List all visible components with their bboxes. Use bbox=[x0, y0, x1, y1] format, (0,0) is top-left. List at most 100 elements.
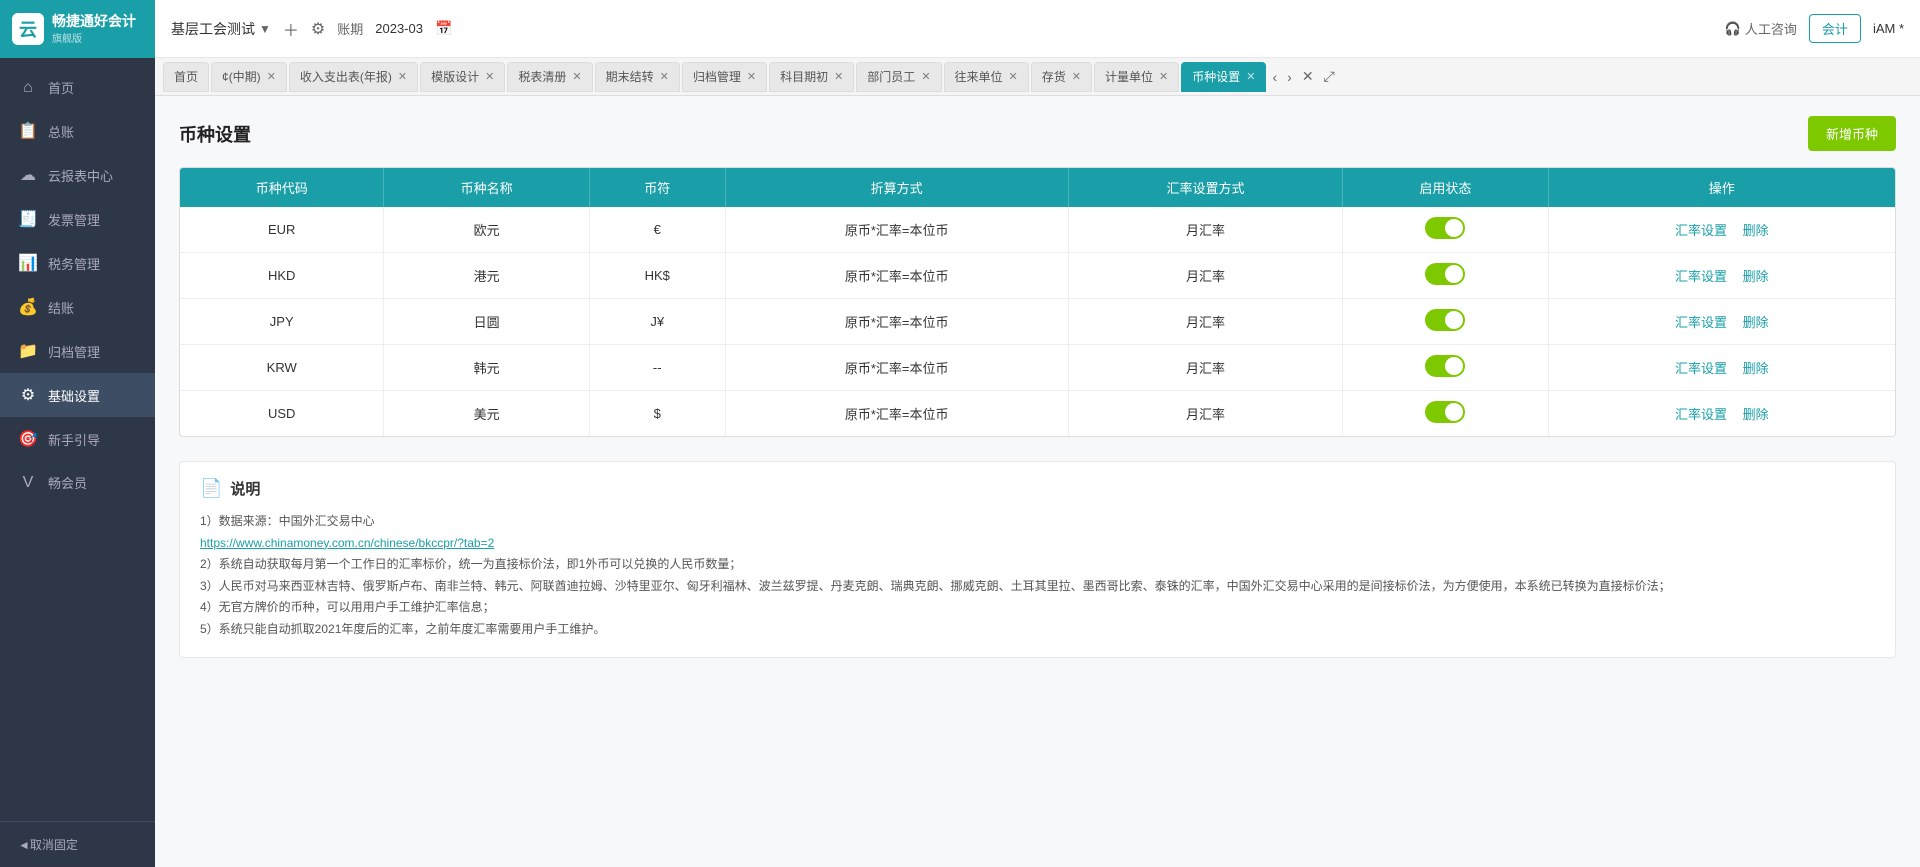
settings-gear-icon[interactable]: ⚙ bbox=[311, 19, 325, 39]
tab-close-all-button[interactable]: ✕ bbox=[1298, 68, 1318, 85]
workspace-name[interactable]: 基层工会测试 ▼ bbox=[171, 19, 271, 39]
tab-close-icon[interactable]: ✕ bbox=[398, 70, 407, 83]
ledger-icon: 📋 bbox=[18, 121, 38, 141]
tab-archive[interactable]: 归档管理 ✕ bbox=[682, 62, 767, 92]
tab-close-icon[interactable]: ✕ bbox=[747, 70, 756, 83]
rate-type: 月汇率 bbox=[1068, 207, 1343, 253]
tab-label: 存货 bbox=[1042, 68, 1066, 85]
tab-home[interactable]: 首页 bbox=[163, 62, 209, 92]
new-currency-button[interactable]: 新增币种 bbox=[1808, 116, 1896, 151]
delete-link[interactable]: 删除 bbox=[1743, 269, 1769, 284]
topbar: 基层工会测试 ▼ ＋ ⚙ 账期 2023-03 📅 🎧 人工咨询 会计 iAM … bbox=[155, 0, 1920, 58]
rate-setting-link[interactable]: 汇率设置 bbox=[1675, 269, 1727, 284]
enable-toggle[interactable] bbox=[1425, 401, 1465, 423]
tab-tax_clear[interactable]: 税表清册 ✕ bbox=[507, 62, 592, 92]
rate-type: 月汇率 bbox=[1068, 299, 1343, 345]
sidebar-item-reports[interactable]: ☁云报表中心 bbox=[0, 153, 155, 197]
tab-label: 收入支出表(年报) bbox=[300, 68, 392, 85]
tab-currency[interactable]: 币种设置 ✕ bbox=[1181, 62, 1266, 92]
enable-toggle[interactable] bbox=[1425, 309, 1465, 331]
tab-close-icon[interactable]: ✕ bbox=[1246, 70, 1255, 83]
sidebar-item-label: 税务管理 bbox=[48, 254, 100, 273]
tab-interim[interactable]: ¢(中期) ✕ bbox=[211, 62, 287, 92]
currency-code: KRW bbox=[180, 345, 384, 391]
sidebar-logo: 云 畅捷通好会计 旗舰版 bbox=[0, 0, 155, 58]
delete-link[interactable]: 删除 bbox=[1743, 223, 1769, 238]
tab-close-icon[interactable]: ✕ bbox=[834, 70, 843, 83]
calendar-icon[interactable]: 📅 bbox=[435, 20, 452, 37]
sidebar-item-ledger[interactable]: 📋 总账 bbox=[0, 109, 155, 153]
tab-close-icon[interactable]: ✕ bbox=[572, 70, 581, 83]
tab-dept[interactable]: 部门员工✕ bbox=[856, 62, 941, 92]
page-header: 币种设置 新增币种 bbox=[179, 116, 1896, 151]
calc-method: 原币*汇率=本位币 bbox=[725, 299, 1068, 345]
sidebar-item-archive[interactable]: 📁归档管理 bbox=[0, 329, 155, 373]
sidebar-nav: ⌂首页 📋 总账 ☁云报表中心🧾发票管理📊税务管理💰结账📁归档管理⚙基础设置🎯新手引导… bbox=[0, 58, 155, 821]
tab-label: 币种设置 bbox=[1192, 68, 1240, 85]
sidebar-item-label: 畅会员 bbox=[48, 473, 87, 492]
enabled-status bbox=[1343, 299, 1548, 345]
enable-toggle[interactable] bbox=[1425, 217, 1465, 239]
tab-period_end[interactable]: 期末结转✕ bbox=[595, 62, 680, 92]
notes-list: 1）数据来源：中国外汇交易中心https://www.chinamoney.co… bbox=[200, 511, 1875, 641]
enable-toggle[interactable] bbox=[1425, 355, 1465, 377]
tab-close-icon[interactable]: ✕ bbox=[1009, 70, 1018, 83]
rate-setting-link[interactable]: 汇率设置 bbox=[1675, 315, 1727, 330]
col-header: 币种代码 bbox=[180, 168, 384, 207]
sidebar-item-home[interactable]: ⌂首页 bbox=[0, 66, 155, 109]
notes-item: 4）无官方牌价的币种，可以用用户手工维护汇率信息； bbox=[200, 597, 1875, 619]
tab-inventory[interactable]: 存货 ✕ bbox=[1031, 62, 1092, 92]
delete-link[interactable]: 删除 bbox=[1743, 361, 1769, 376]
tab-subject[interactable]: 科目期初✕ bbox=[769, 62, 854, 92]
sidebar-item-label: 总账 bbox=[48, 122, 74, 141]
tab-close-icon[interactable]: ✕ bbox=[1159, 70, 1168, 83]
sidebar-item-guide[interactable]: 🎯新手引导 bbox=[0, 417, 155, 461]
tab-income[interactable]: 收入支出表(年报) ✕ bbox=[289, 62, 418, 92]
delete-link[interactable]: 删除 bbox=[1743, 315, 1769, 330]
tab-unit[interactable]: 计量单位 ✕ bbox=[1094, 62, 1179, 92]
sidebar-item-invoice[interactable]: 🧾发票管理 bbox=[0, 197, 155, 241]
rate-setting-link[interactable]: 汇率设置 bbox=[1675, 407, 1727, 422]
tab-prev-button[interactable]: ‹ bbox=[1268, 69, 1281, 85]
currency-table: 币种代码币种名称币符折算方式汇率设置方式启用状态操作 EUR 欧元 € 原币*汇… bbox=[180, 168, 1895, 436]
tab-label: 归档管理 bbox=[693, 68, 741, 85]
tab-label: 往来单位 bbox=[955, 68, 1003, 85]
sidebar-item-tax[interactable]: 📊税务管理 bbox=[0, 241, 155, 285]
table-row: USD 美元 $ 原币*汇率=本位币 月汇率 汇率设置 删除 bbox=[180, 391, 1895, 437]
rate-setting-link[interactable]: 汇率设置 bbox=[1675, 361, 1727, 376]
rate-setting-link[interactable]: 汇率设置 bbox=[1675, 223, 1727, 238]
sidebar-item-label: 新手引导 bbox=[48, 430, 100, 449]
tab-label: ¢(中期) bbox=[222, 68, 261, 85]
tab-partners[interactable]: 往来单位 ✕ bbox=[944, 62, 1029, 92]
notes-item: 2）系统自动获取每月第一个工作日的汇率标价，统一为直接标价法，即1外币可以兑换的… bbox=[200, 554, 1875, 576]
settings-icon: ⚙ bbox=[18, 385, 38, 405]
tab-close-icon[interactable]: ✕ bbox=[921, 70, 930, 83]
account-button[interactable]: 会计 bbox=[1809, 14, 1861, 43]
logo-icon: 云 bbox=[12, 13, 44, 45]
sidebar-footer[interactable]: ◄取消固定 bbox=[0, 821, 155, 867]
tab-expand-button[interactable]: ⤢ bbox=[1320, 68, 1339, 85]
currency-code: HKD bbox=[180, 253, 384, 299]
notes-link[interactable]: https://www.chinamoney.com.cn/chinese/bk… bbox=[200, 536, 494, 550]
tab-label: 计量单位 bbox=[1105, 68, 1153, 85]
tab-next-button[interactable]: › bbox=[1283, 69, 1296, 85]
sidebar-item-vip[interactable]: V畅会员 bbox=[0, 461, 155, 504]
checkout-icon: 💰 bbox=[18, 297, 38, 317]
support-button[interactable]: 🎧 人工咨询 bbox=[1725, 19, 1797, 38]
tab-close-icon[interactable]: ✕ bbox=[267, 70, 276, 83]
sidebar-item-checkout[interactable]: 💰结账 bbox=[0, 285, 155, 329]
tab-close-icon[interactable]: ✕ bbox=[660, 70, 669, 83]
calc-method: 原币*汇率=本位币 bbox=[725, 391, 1068, 437]
content-area: 币种设置 新增币种 币种代码币种名称币符折算方式汇率设置方式启用状态操作 EUR… bbox=[155, 96, 1920, 867]
actions: 汇率设置 删除 bbox=[1548, 253, 1895, 299]
enable-toggle[interactable] bbox=[1425, 263, 1465, 285]
delete-link[interactable]: 删除 bbox=[1743, 407, 1769, 422]
sidebar-item-settings[interactable]: ⚙基础设置 bbox=[0, 373, 155, 417]
tab-label: 税表清册 bbox=[518, 68, 566, 85]
tab-close-icon[interactable]: ✕ bbox=[1072, 70, 1081, 83]
add-workspace-button[interactable]: ＋ bbox=[283, 17, 299, 41]
rate-type: 月汇率 bbox=[1068, 391, 1343, 437]
calc-method: 原币*汇率=本位币 bbox=[725, 207, 1068, 253]
tab-template[interactable]: 模版设计✕ bbox=[420, 62, 505, 92]
tab-close-icon[interactable]: ✕ bbox=[485, 70, 494, 83]
